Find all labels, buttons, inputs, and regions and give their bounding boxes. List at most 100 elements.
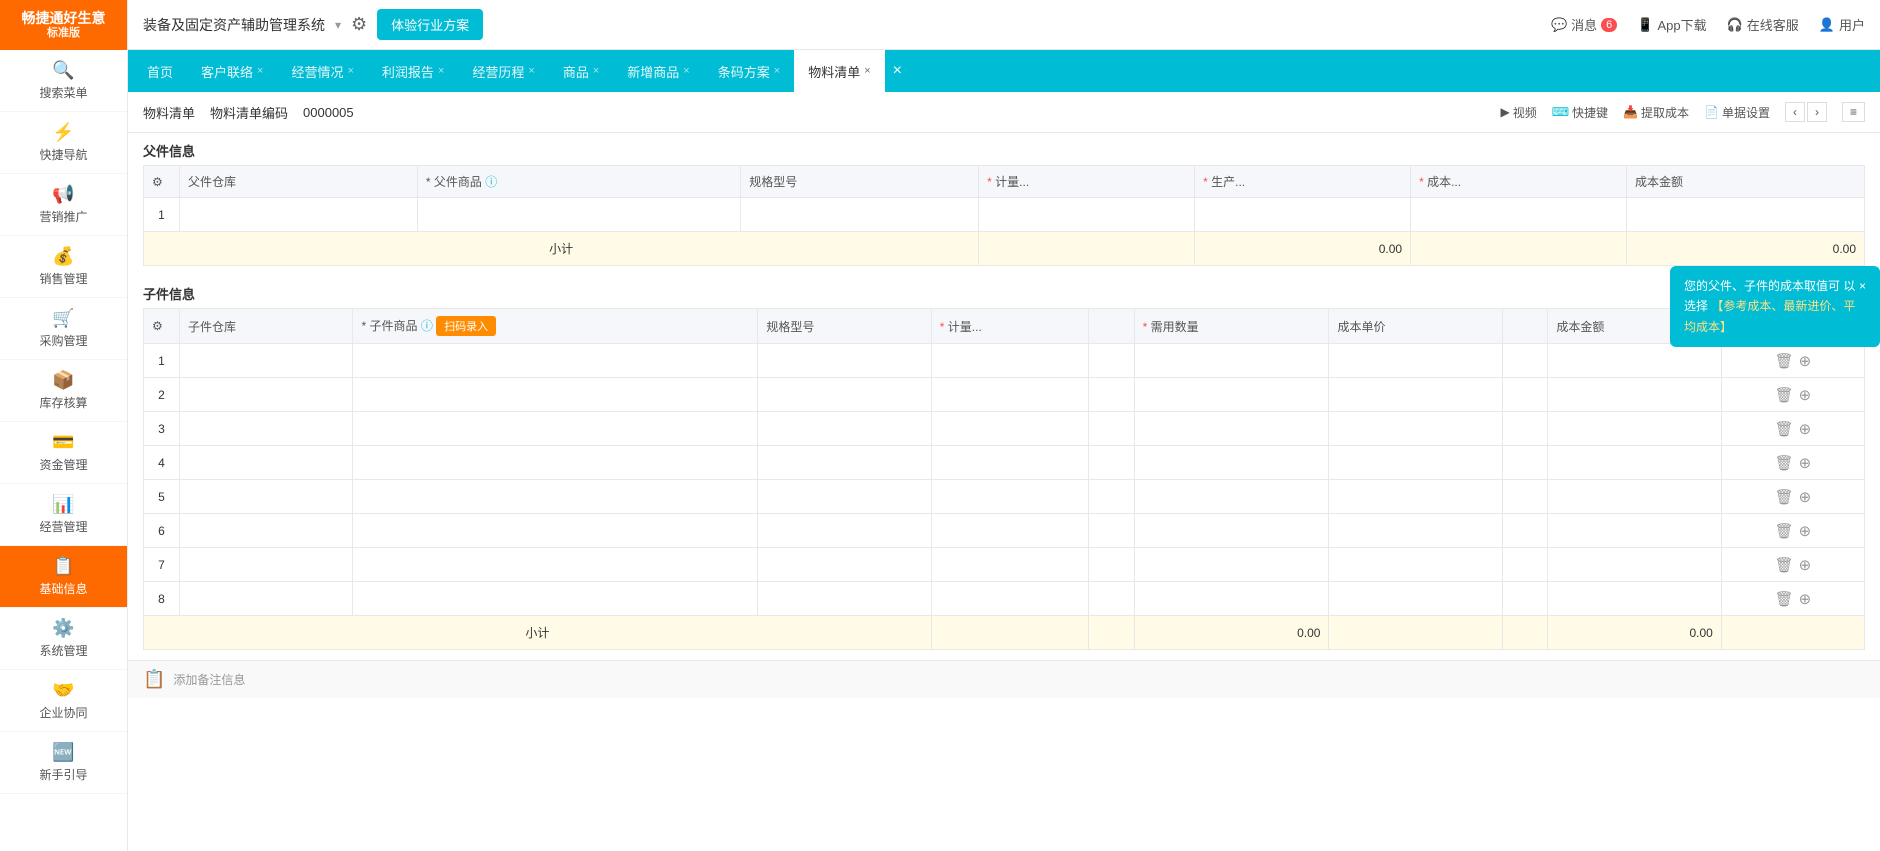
single-doc-action[interactable]: 📄 单据设置: [1704, 104, 1770, 121]
sidebar-item-search[interactable]: 🔍搜索菜单: [0, 50, 127, 112]
sidebar-item-guide[interactable]: 🆕新手引导: [0, 732, 127, 794]
sidebar-item-operations_mgmt[interactable]: 📊经营管理: [0, 484, 127, 546]
delete-icon[interactable]: 🗑: [1775, 590, 1794, 608]
child-row-unit-cost[interactable]: [1329, 412, 1502, 446]
scan-button[interactable]: 扫码录入: [436, 316, 496, 336]
child-row-product[interactable]: [353, 378, 758, 412]
nav-tab-history[interactable]: 经营历程 ×: [458, 50, 548, 92]
child-row-amount[interactable]: [1548, 514, 1721, 548]
sidebar-item-sales[interactable]: 💰销售管理: [0, 236, 127, 298]
delete-icon[interactable]: 🗑: [1775, 556, 1794, 574]
child-row-quantity[interactable]: [1134, 514, 1329, 548]
delete-icon[interactable]: 🗑: [1775, 488, 1794, 506]
prev-button[interactable]: ‹: [1785, 102, 1805, 122]
child-row-warehouse[interactable]: [180, 514, 353, 548]
cost-action[interactable]: 📥 提取成本: [1623, 104, 1689, 121]
child-row-unit-cost[interactable]: [1329, 344, 1502, 378]
child-row-unit-cost[interactable]: [1329, 582, 1502, 616]
sidebar-item-system[interactable]: ⚙️系统管理: [0, 608, 127, 670]
copy-icon[interactable]: ⊕: [1799, 420, 1812, 438]
breadcrumb-current[interactable]: 物料清单: [143, 103, 195, 122]
experience-button[interactable]: 体验行业方案: [377, 9, 483, 40]
nav-close-all[interactable]: ×: [885, 62, 910, 80]
video-action[interactable]: ▶ 视频: [1500, 104, 1536, 121]
nav-tab-profit[interactable]: 利润报告 ×: [368, 50, 458, 92]
sidebar-item-collab[interactable]: 🤝企业协同: [0, 670, 127, 732]
view-toggle-button[interactable]: ≡: [1842, 102, 1865, 122]
child-row-warehouse[interactable]: [180, 378, 353, 412]
child-row-amount[interactable]: [1548, 378, 1721, 412]
system-dropdown-icon[interactable]: ▾: [335, 18, 341, 32]
add-note-text[interactable]: 添加备注信息: [173, 671, 245, 688]
child-row-quantity[interactable]: [1134, 582, 1329, 616]
delete-icon[interactable]: 🗑: [1775, 454, 1794, 472]
tooltip-close-button[interactable]: ×: [1859, 276, 1866, 296]
child-row-warehouse[interactable]: [180, 480, 353, 514]
nav-tab-close-history[interactable]: ×: [528, 65, 534, 77]
child-row-unit[interactable]: [931, 344, 1088, 378]
parent-row-production[interactable]: [1195, 198, 1411, 232]
child-row-product[interactable]: [353, 446, 758, 480]
nav-tab-barcode[interactable]: 条码方案 ×: [704, 50, 794, 92]
child-row-amount[interactable]: [1548, 582, 1721, 616]
parent-row-warehouse[interactable]: [180, 198, 418, 232]
child-row-spec[interactable]: [758, 514, 931, 548]
sidebar-item-inventory[interactable]: 📦库存核算: [0, 360, 127, 422]
copy-icon[interactable]: ⊕: [1799, 522, 1812, 540]
child-row-spec[interactable]: [758, 378, 931, 412]
app-download-item[interactable]: 📱 App下载: [1637, 15, 1706, 34]
child-row-unit-cost[interactable]: [1329, 480, 1502, 514]
copy-icon[interactable]: ⊕: [1799, 488, 1812, 506]
parent-row-cost[interactable]: [1411, 198, 1627, 232]
messages-item[interactable]: 💬 消息 6: [1551, 15, 1617, 34]
child-row-amount[interactable]: [1548, 412, 1721, 446]
nav-tab-products[interactable]: 商品 ×: [549, 50, 613, 92]
copy-icon[interactable]: ⊕: [1799, 352, 1812, 370]
child-row-unit[interactable]: [931, 446, 1088, 480]
child-row-unit-cost[interactable]: [1329, 514, 1502, 548]
child-row-unit-cost[interactable]: [1329, 378, 1502, 412]
sidebar-item-marketing[interactable]: 📢营销推广: [0, 174, 127, 236]
child-row-amount[interactable]: [1548, 344, 1721, 378]
child-row-spec[interactable]: [758, 582, 931, 616]
delete-icon[interactable]: 🗑: [1775, 352, 1794, 370]
child-row-quantity[interactable]: [1134, 412, 1329, 446]
nav-tab-close-profit[interactable]: ×: [438, 65, 444, 77]
child-row-warehouse[interactable]: [180, 582, 353, 616]
parent-row-product[interactable]: [417, 198, 740, 232]
child-row-unit-cost[interactable]: [1329, 548, 1502, 582]
child-row-quantity[interactable]: [1134, 446, 1329, 480]
delete-icon[interactable]: 🗑: [1775, 386, 1794, 404]
child-row-spec[interactable]: [758, 446, 931, 480]
child-row-unit[interactable]: [931, 582, 1088, 616]
copy-icon[interactable]: ⊕: [1799, 556, 1812, 574]
copy-icon[interactable]: ⊕: [1799, 454, 1812, 472]
child-row-warehouse[interactable]: [180, 446, 353, 480]
parent-row-spec[interactable]: [741, 198, 979, 232]
child-row-amount[interactable]: [1548, 446, 1721, 480]
nav-tab-bom[interactable]: 物料清单 ×: [794, 50, 884, 92]
sidebar-item-quicknav[interactable]: ⚡快捷导航: [0, 112, 127, 174]
nav-tab-close-operations[interactable]: ×: [347, 65, 353, 77]
nav-tab-new_products[interactable]: 新增商品 ×: [613, 50, 703, 92]
nav-tab-close-customers[interactable]: ×: [257, 65, 263, 77]
user-item[interactable]: 👤 用户: [1819, 15, 1865, 34]
sidebar-item-finance[interactable]: 💳资金管理: [0, 422, 127, 484]
copy-icon[interactable]: ⊕: [1799, 590, 1812, 608]
child-row-product[interactable]: [353, 548, 758, 582]
child-row-unit[interactable]: [931, 378, 1088, 412]
child-row-quantity[interactable]: [1134, 480, 1329, 514]
parent-product-info-icon[interactable]: ⓘ: [485, 175, 497, 189]
child-row-unit-cost[interactable]: [1329, 446, 1502, 480]
nav-tab-close-bom[interactable]: ×: [864, 65, 870, 77]
child-row-unit[interactable]: [931, 514, 1088, 548]
child-row-product[interactable]: [353, 344, 758, 378]
child-row-product[interactable]: [353, 514, 758, 548]
child-row-unit[interactable]: [931, 480, 1088, 514]
child-row-product[interactable]: [353, 480, 758, 514]
nav-tab-operations[interactable]: 经营情况 ×: [277, 50, 367, 92]
sidebar-item-basic_info[interactable]: 📋基础信息: [0, 546, 127, 608]
next-button[interactable]: ›: [1807, 102, 1827, 122]
child-row-quantity[interactable]: [1134, 548, 1329, 582]
child-row-spec[interactable]: [758, 412, 931, 446]
